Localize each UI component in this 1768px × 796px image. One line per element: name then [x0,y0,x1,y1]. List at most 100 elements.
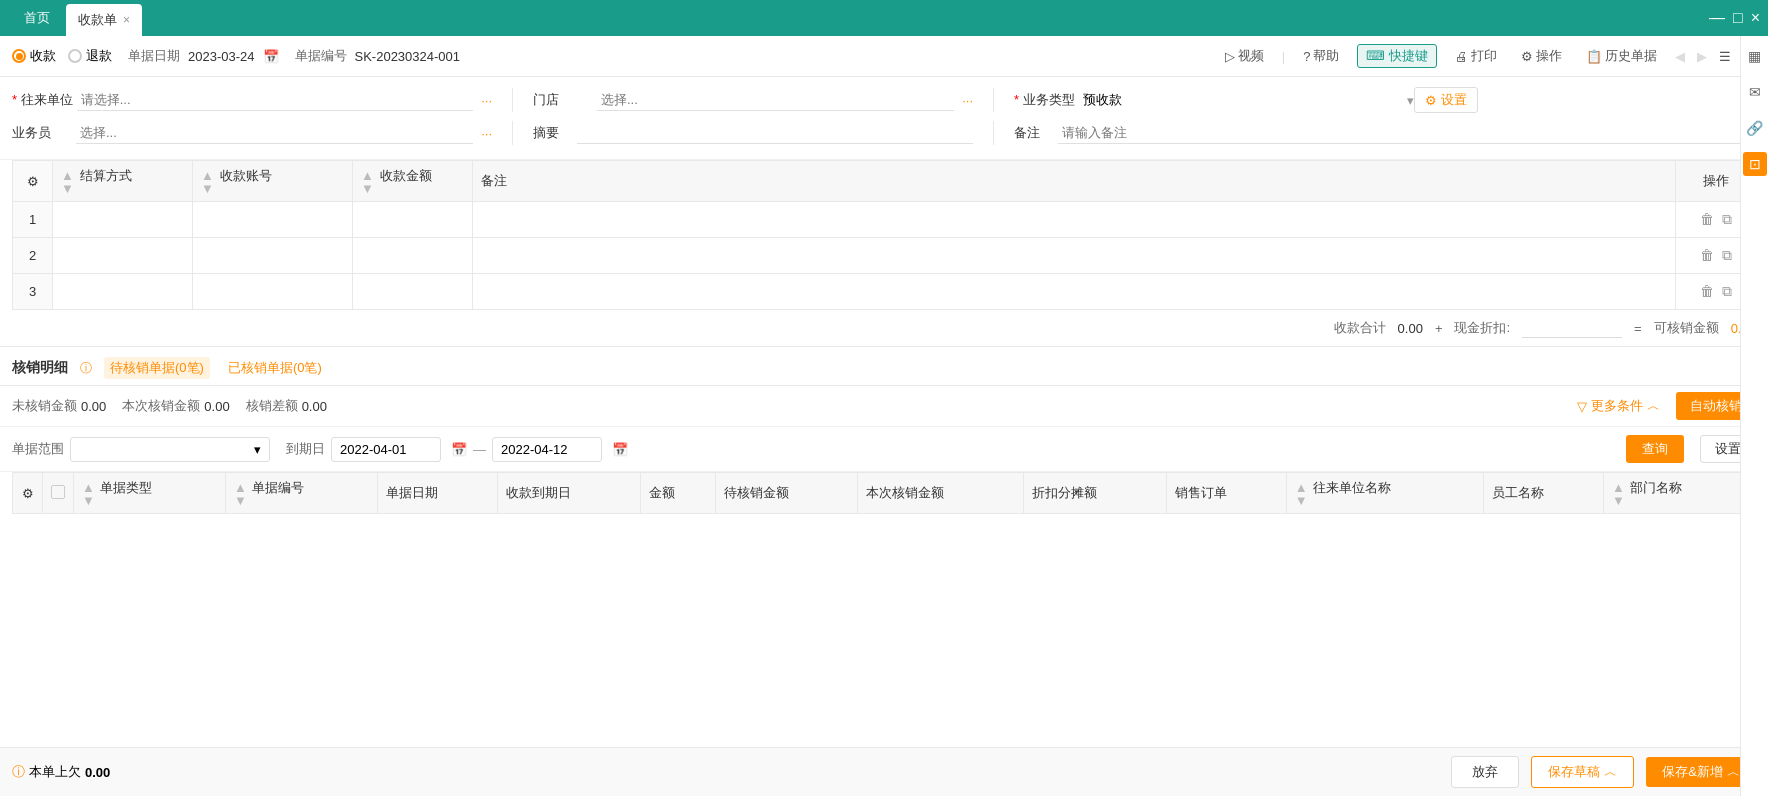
gear-icon: ⚙ [1425,93,1437,108]
tab-bar: 首页 收款单 × — □ × [0,0,1768,36]
sort-arrows-2[interactable]: ▲▼ [201,169,214,195]
radio-refund[interactable]: 退款 [68,47,112,65]
radio-collection[interactable]: 收款 [12,47,56,65]
th-gear-bottom[interactable]: ⚙ [13,473,43,514]
delete-row-3-icon[interactable]: 🗑 [1700,283,1714,300]
uncancelled-stat: 未核销金额 0.00 [12,397,106,415]
calendar-start-icon[interactable]: 📅 [451,442,467,457]
store-field: 门店 ··· [533,89,973,111]
writeoff-table: ⚙ ▲▼ 单据类型 ▲▼ 单据编号 [12,472,1756,514]
counterpart-dots[interactable]: ··· [481,93,492,108]
sidebar-link-icon[interactable]: 🔗 [1743,116,1767,140]
radio-circle-refund [68,49,82,63]
summary-input[interactable] [577,122,973,144]
table-gear-icon[interactable]: ⚙ [27,174,39,189]
query-btn[interactable]: 查询 [1626,435,1684,463]
current-due-stat: ⓘ 本单上欠 0.00 [12,763,110,781]
remark-field: 备注 [1014,122,1756,144]
th-settle: ▲▼ 结算方式 [53,161,193,202]
info-circle-icon: ⓘ [12,763,25,781]
copy-row-3-icon[interactable]: ⧉ [1722,283,1732,300]
help-icon: ? [1303,49,1310,64]
counterpart-input[interactable] [77,89,473,111]
sidebar-table-icon[interactable]: ▦ [1743,44,1767,68]
right-sidebar: ▦ ✉ 🔗 ⊡ [1740,36,1768,796]
gear-bottom-icon[interactable]: ⚙ [22,486,34,501]
form-row-2: 业务员 ··· 摘要 备注 [12,121,1756,145]
bottom-table-wrapper: ⚙ ▲▼ 单据类型 ▲▼ 单据编号 [0,472,1768,747]
maximize-btn[interactable]: □ [1733,9,1743,27]
tab-close-icon[interactable]: × [123,13,130,27]
more-conditions-btn[interactable]: ▽ 更多条件 ︿ [1577,397,1660,415]
tab-active[interactable]: 收款单 × [66,4,142,36]
calendar-icon[interactable]: 📅 [263,49,279,64]
play-icon: ▷ [1225,49,1235,64]
th-dept-name: ▲▼ 部门名称 [1604,473,1756,514]
select-all-checkbox[interactable] [51,485,65,499]
ops-icon: ⚙ [1521,49,1533,64]
due-date-start-input[interactable] [331,437,441,462]
copy-row-1-icon[interactable]: ⧉ [1722,211,1732,228]
sidebar-screenshot-icon[interactable]: ⊡ [1743,152,1767,176]
filter-icon: ▽ [1577,399,1587,414]
info-icon[interactable]: ⓘ [80,360,92,377]
staff-dots[interactable]: ··· [481,126,492,141]
cash-discount-input[interactable] [1522,318,1622,338]
table-gear-header[interactable]: ⚙ [13,161,53,202]
delete-row-2-icon[interactable]: 🗑 [1700,247,1714,264]
divider-2 [993,88,994,112]
save-draft-btn[interactable]: 保存草稿 ︿ [1531,756,1634,788]
window-controls: — □ × [1709,9,1760,27]
summary-field: 摘要 [533,122,973,144]
top-toolbar: 收款 退款 单据日期 2023-03-24 📅 单据编号 SK-20230324… [0,36,1768,77]
list-view-icon[interactable]: ☰ [1719,49,1731,64]
form-area: 往来单位 ··· 门店 ··· 业务类型 预收款 ▾ ⚙ [0,77,1768,160]
sort-arrows[interactable]: ▲▼ [61,169,74,195]
writeoff-sub-row: 未核销金额 0.00 本次核销金额 0.00 核销差额 0.00 ▽ 更多条件 … [0,386,1768,427]
due-date-end-input[interactable] [492,437,602,462]
history-btn[interactable]: 📋 历史单据 [1580,44,1663,68]
table-row: 1 🗑 ⧉ [13,202,1756,238]
business-type-select[interactable]: 预收款 ▾ [1079,88,1414,112]
table-row: 2 🗑 ⧉ [13,238,1756,274]
chevron-up-new-icon: ︿ [1727,763,1740,781]
staff-input[interactable] [76,122,473,144]
th-discount: 折扣分摊额 [1023,473,1166,514]
remark-input[interactable] [1058,122,1756,144]
th-amount: 金额 [640,473,715,514]
minimize-btn[interactable]: — [1709,9,1725,27]
close-btn[interactable]: × [1751,9,1760,27]
print-btn[interactable]: 🖨 打印 [1449,44,1503,68]
select-chevron-icon: ▾ [254,442,261,457]
toolbar-right: ▷ 视频 | ? 帮助 ⌨ 快捷键 🖨 打印 ⚙ 操作 📋 历史单据 [1219,44,1756,68]
operations-btn[interactable]: ⚙ 操作 [1515,44,1568,68]
pending-writeoff-tab[interactable]: 待核销单据(0笔) [104,357,210,379]
doc-range-select[interactable]: ▾ [70,437,270,462]
writeoff-header: 核销明细 ⓘ 待核销单据(0笔) 已核销单据(0笔) [0,347,1768,386]
help-btn[interactable]: ? 帮助 [1297,44,1345,68]
diff-stat: 核销差额 0.00 [246,397,327,415]
writeoff-title: 核销明细 [12,359,68,377]
sort-arrows-3[interactable]: ▲▼ [361,169,374,195]
store-input[interactable] [597,89,954,111]
copy-row-2-icon[interactable]: ⧉ [1722,247,1732,264]
shortcut-btn[interactable]: ⌨ 快捷键 [1357,44,1437,68]
form-row-1: 往来单位 ··· 门店 ··· 业务类型 预收款 ▾ ⚙ [12,87,1756,113]
radio-group: 收款 退款 [12,47,112,65]
collection-table: ⚙ ▲▼ 结算方式 ▲▼ 收款账号 ▲▼ 收款金额 备注 [12,160,1756,310]
abandon-btn[interactable]: 放弃 [1451,756,1519,788]
video-btn[interactable]: ▷ 视频 [1219,44,1270,68]
summary-label: 摘要 [533,124,573,142]
settings-button[interactable]: ⚙ 设置 [1414,87,1478,113]
sidebar-mail-icon[interactable]: ✉ [1743,80,1767,104]
tab-home[interactable]: 首页 [8,0,66,36]
th-doc-type: ▲▼ 单据类型 [74,473,226,514]
calendar-end-icon[interactable]: 📅 [612,442,628,457]
divider-1 [512,88,513,112]
done-writeoff-tab[interactable]: 已核销单据(0笔) [222,357,328,379]
delete-row-1-icon[interactable]: 🗑 [1700,211,1714,228]
store-dots[interactable]: ··· [962,93,973,108]
doc-range-field: 单据范围 ▾ [12,437,270,462]
bottom-footer: ⓘ 本单上欠 0.00 放弃 保存草稿 ︿ 保存&新增 ︿ [0,747,1768,796]
chevron-up-icon: ︿ [1647,397,1660,415]
